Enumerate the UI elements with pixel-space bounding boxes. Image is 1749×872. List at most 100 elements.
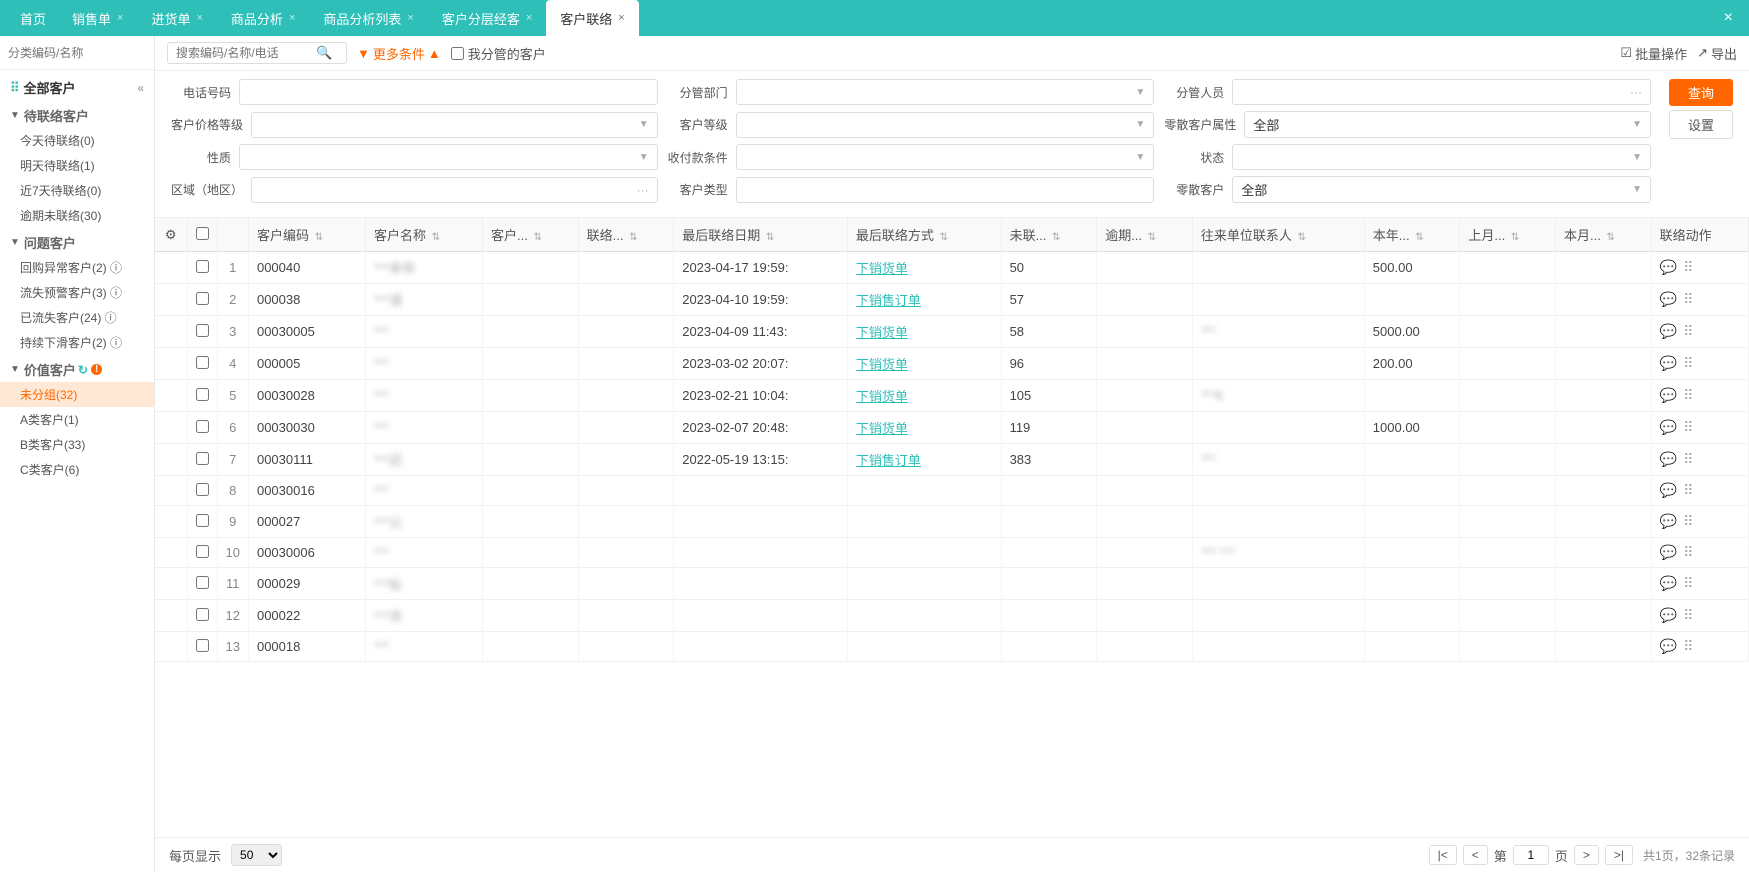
next-page-btn[interactable]: >	[1574, 845, 1599, 865]
action-message-icon[interactable]: 💬	[1660, 387, 1677, 404]
action-message-icon[interactable]: 💬	[1660, 482, 1677, 499]
col-last-month[interactable]: 上月... ⇅	[1460, 218, 1556, 252]
tab-purchase[interactable]: 进货单 ×	[137, 0, 216, 36]
sidebar-item-unclassified[interactable]: 未分组(32)	[0, 382, 154, 407]
col-customer-type[interactable]: 客户... ⇅	[482, 218, 578, 252]
col-this-year[interactable]: 本年... ⇅	[1364, 218, 1460, 252]
action-grid-icon[interactable]: ⠿	[1683, 323, 1693, 340]
action-grid-icon[interactable]: ⠿	[1683, 544, 1693, 561]
close-product-analysis-icon[interactable]: ×	[289, 12, 295, 24]
sidebar-search-input[interactable]	[8, 46, 155, 60]
action-grid-icon[interactable]: ⠿	[1683, 607, 1693, 624]
global-close-button[interactable]: ×	[1716, 9, 1741, 27]
nature-select[interactable]: ▼	[239, 144, 658, 170]
action-grid-icon[interactable]: ⠿	[1683, 482, 1693, 499]
region-select[interactable]: ···	[251, 177, 658, 203]
row-last-contact-method[interactable]: 下销售订单	[847, 444, 1001, 476]
action-message-icon[interactable]: 💬	[1660, 451, 1677, 468]
row-checkbox[interactable]	[196, 260, 209, 273]
row-last-contact-method[interactable]: 下销货单	[847, 316, 1001, 348]
action-grid-icon[interactable]: ⠿	[1683, 638, 1693, 655]
sidebar-collapse-icon[interactable]: «	[137, 81, 144, 95]
row-checkbox[interactable]	[196, 292, 209, 305]
sidebar-item-class-c[interactable]: C类客户(6)	[0, 457, 154, 482]
row-checkbox[interactable]	[196, 545, 209, 558]
action-message-icon[interactable]: 💬	[1660, 513, 1677, 530]
action-grid-icon[interactable]: ⠿	[1683, 513, 1693, 530]
row-checkbox[interactable]	[196, 420, 209, 433]
tab-customer-segment[interactable]: 客户分层经客 ×	[428, 0, 546, 36]
sparse-cust-select[interactable]: 全部▼	[1232, 176, 1651, 203]
tab-home[interactable]: 首页	[8, 0, 58, 36]
col-uncontacted[interactable]: 未联... ⇅	[1001, 218, 1097, 252]
row-last-contact-method[interactable]: 下销售订单	[847, 284, 1001, 316]
phone-input[interactable]	[239, 79, 658, 105]
tab-sales[interactable]: 销售单 ×	[58, 0, 137, 36]
group-value-customer[interactable]: ▼ 价值客户 ↻ !	[0, 355, 154, 382]
col-customer-code[interactable]: 客户编码 ⇅	[248, 218, 365, 252]
status-select[interactable]: ▼	[1232, 144, 1651, 170]
group-problem-customer[interactable]: ▼ 问题客户	[0, 228, 154, 255]
col-trade-contact[interactable]: 往来单位联系人 ⇅	[1192, 218, 1364, 252]
action-message-icon[interactable]: 💬	[1660, 419, 1677, 436]
more-conditions-btn[interactable]: ▼ 更多条件 ▲	[357, 44, 441, 63]
main-search-input[interactable]	[176, 46, 316, 60]
close-customer-contact-icon[interactable]: ×	[618, 12, 624, 24]
tab-customer-contact[interactable]: 客户联络 ×	[546, 0, 638, 36]
refresh-icon[interactable]: ↻	[78, 363, 88, 377]
dept-select[interactable]: ▼	[736, 79, 1155, 105]
sidebar-item-churn-warning[interactable]: 流失预警客户(3) ⓘ	[0, 280, 154, 305]
col-settings[interactable]: ⚙	[155, 218, 187, 252]
last-page-btn[interactable]: >|	[1605, 845, 1633, 865]
first-page-btn[interactable]: |<	[1429, 845, 1457, 865]
action-grid-icon[interactable]: ⠿	[1683, 575, 1693, 592]
all-customers-header[interactable]: ⠿ 全部客户 «	[0, 70, 154, 101]
sidebar-item-class-b[interactable]: B类客户(33)	[0, 432, 154, 457]
action-grid-icon[interactable]: ⠿	[1683, 387, 1693, 404]
sidebar-item-today[interactable]: 今天待联络(0)	[0, 128, 154, 153]
row-checkbox[interactable]	[196, 356, 209, 369]
col-this-month[interactable]: 本月... ⇅	[1556, 218, 1652, 252]
action-message-icon[interactable]: 💬	[1660, 291, 1677, 308]
action-grid-icon[interactable]: ⠿	[1683, 451, 1693, 468]
page-number-input[interactable]	[1513, 845, 1549, 865]
row-last-contact-method[interactable]: 下销货单	[847, 252, 1001, 284]
action-message-icon[interactable]: 💬	[1660, 544, 1677, 561]
tab-product-analysis[interactable]: 商品分析 ×	[217, 0, 309, 36]
close-purchase-icon[interactable]: ×	[196, 12, 202, 24]
action-message-icon[interactable]: 💬	[1660, 575, 1677, 592]
cust-level-select[interactable]: ▼	[736, 112, 1155, 138]
cust-type-input[interactable]	[736, 177, 1155, 203]
payment-select[interactable]: ▼	[736, 144, 1155, 170]
action-message-icon[interactable]: 💬	[1660, 355, 1677, 372]
action-message-icon[interactable]: 💬	[1660, 607, 1677, 624]
sparse-attr-select[interactable]: 全部▼	[1244, 111, 1651, 138]
my-customer-checkbox[interactable]	[451, 47, 464, 60]
manager-input[interactable]: ···	[1232, 79, 1651, 105]
close-sales-icon[interactable]: ×	[117, 12, 123, 24]
sidebar-item-overdue[interactable]: 逾期未联络(30)	[0, 203, 154, 228]
row-checkbox[interactable]	[196, 576, 209, 589]
sidebar-item-class-a[interactable]: A类客户(1)	[0, 407, 154, 432]
row-last-contact-method[interactable]: 下销货单	[847, 412, 1001, 444]
batch-op-btn[interactable]: ☑ 批量操作	[1620, 44, 1687, 63]
action-message-icon[interactable]: 💬	[1660, 259, 1677, 276]
close-product-list-icon[interactable]: ×	[407, 12, 413, 24]
action-grid-icon[interactable]: ⠿	[1683, 259, 1693, 276]
tab-product-analysis-list[interactable]: 商品分析列表 ×	[309, 0, 427, 36]
action-message-icon[interactable]: 💬	[1660, 323, 1677, 340]
col-overdue[interactable]: 逾期... ⇅	[1097, 218, 1193, 252]
col-contact[interactable]: 联络... ⇅	[578, 218, 674, 252]
main-search-icon[interactable]: 🔍	[316, 45, 332, 61]
row-checkbox[interactable]	[196, 324, 209, 337]
sidebar-item-churned[interactable]: 已流失客户(24) ⓘ	[0, 305, 154, 330]
close-customer-segment-icon[interactable]: ×	[526, 12, 532, 24]
action-message-icon[interactable]: 💬	[1660, 638, 1677, 655]
col-customer-name[interactable]: 客户名称 ⇅	[365, 218, 482, 252]
group-pending-contact[interactable]: ▼ 待联络客户	[0, 101, 154, 128]
price-level-select[interactable]: ▼	[251, 112, 658, 138]
query-button[interactable]: 查询	[1669, 79, 1733, 106]
action-grid-icon[interactable]: ⠿	[1683, 419, 1693, 436]
prev-page-btn[interactable]: <	[1463, 845, 1488, 865]
col-last-contact-date[interactable]: 最后联络日期 ⇅	[674, 218, 848, 252]
